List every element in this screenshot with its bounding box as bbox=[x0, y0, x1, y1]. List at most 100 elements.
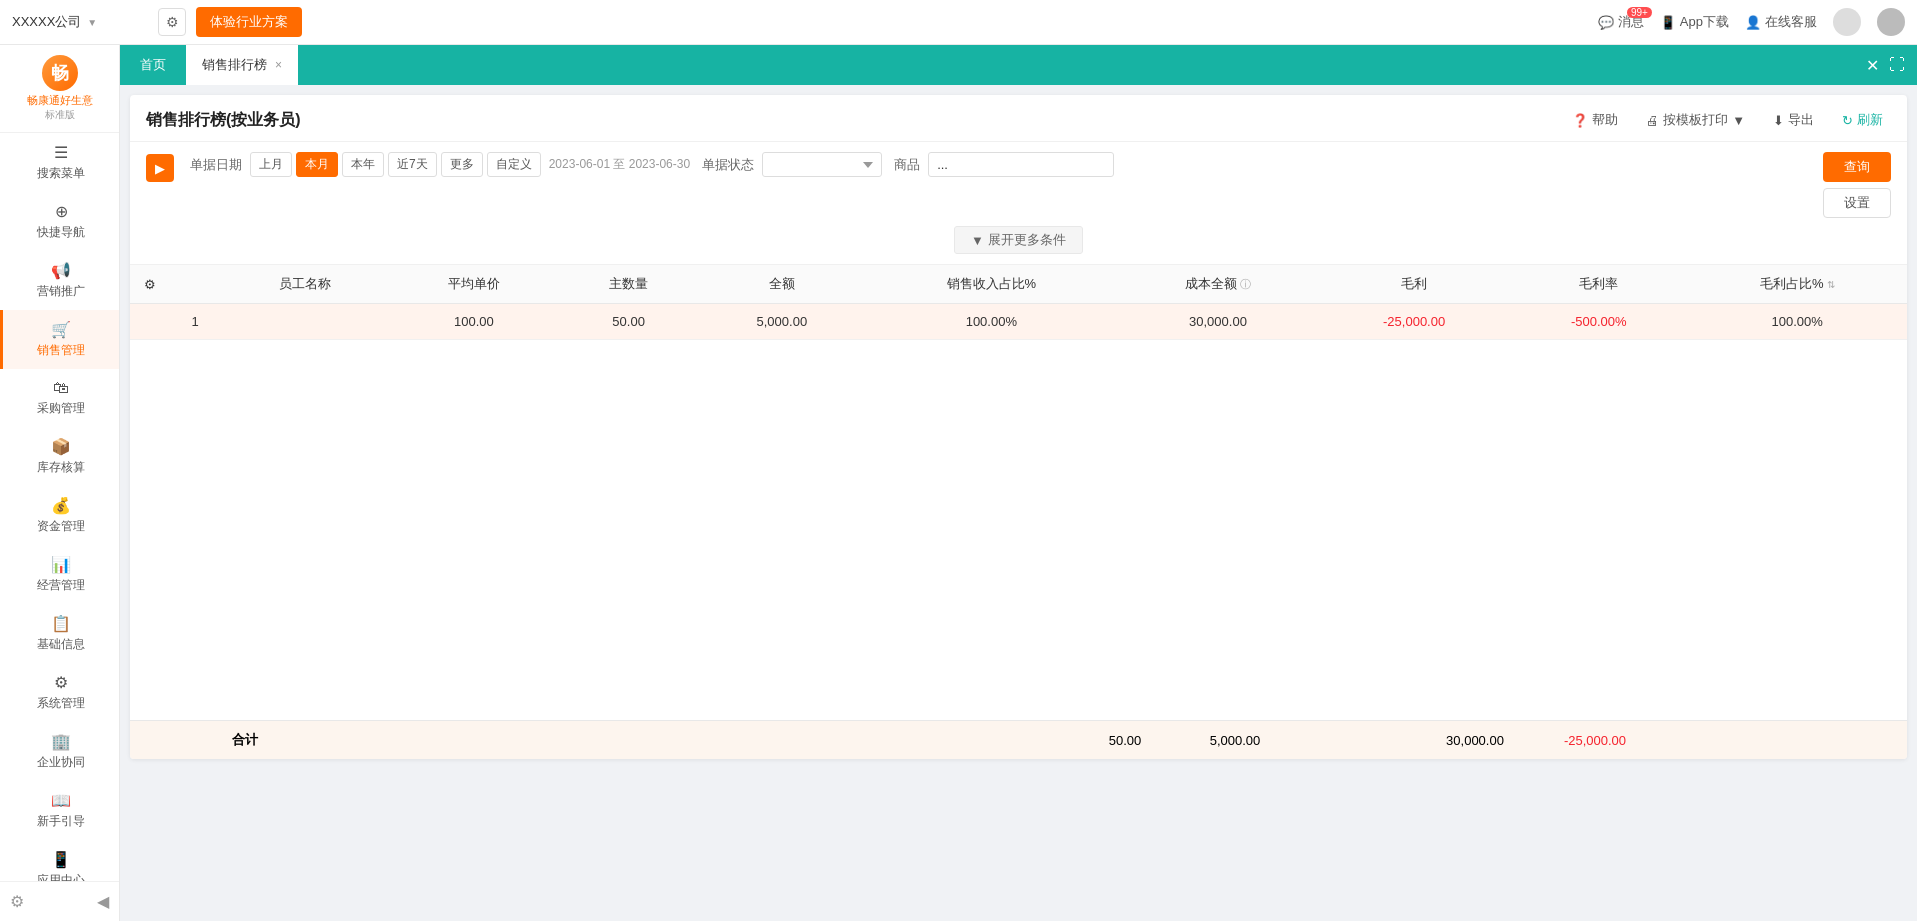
sidebar-item-label: 应用中心 bbox=[37, 872, 85, 881]
online-service-label: 在线客服 bbox=[1765, 13, 1817, 31]
print-icon: 🖨 bbox=[1646, 113, 1659, 128]
date-btn-more[interactable]: 更多 bbox=[441, 152, 483, 177]
column-settings-icon[interactable]: ⚙ bbox=[144, 277, 156, 292]
trial-button[interactable]: 体验行业方案 bbox=[196, 7, 302, 37]
company-selector[interactable]: XXXXX公司 ▼ bbox=[12, 13, 152, 31]
footer-cell-label: 合计 bbox=[232, 731, 975, 749]
date-btn-custom[interactable]: 自定义 bbox=[487, 152, 541, 177]
sidebar-item-enterprise[interactable]: 🏢 企业协同 bbox=[0, 722, 119, 781]
cell-settings bbox=[130, 304, 170, 340]
export-button[interactable]: ⬇ 导出 bbox=[1765, 107, 1822, 133]
th-gross-pct-label: 毛利占比% bbox=[1760, 275, 1824, 293]
th-settings[interactable]: ⚙ bbox=[130, 265, 170, 304]
enterprise-icon: 🏢 bbox=[51, 732, 71, 751]
sidebar-item-app-center[interactable]: 📱 应用中心 bbox=[0, 840, 119, 881]
print-chevron-icon: ▼ bbox=[1732, 113, 1745, 128]
page-actions: ❓ 帮助 🖨 按模板打印 ▼ ⬇ 导出 ↻ bbox=[1564, 107, 1891, 133]
tab-maximize-icon[interactable]: ⛶ bbox=[1889, 56, 1905, 74]
footer-cell-gross: -25,000.00 bbox=[1535, 733, 1655, 748]
sidebar-item-label: 搜索菜单 bbox=[37, 165, 85, 182]
sidebar-collapse-icon[interactable]: ◀ bbox=[97, 892, 109, 911]
sales-icon: 🛒 bbox=[51, 320, 71, 339]
table-header-row: ⚙ 员工名称 平均单价 主数量 bbox=[130, 265, 1907, 304]
right-action-buttons: 查询 设置 bbox=[1823, 152, 1891, 218]
goods-input[interactable] bbox=[928, 152, 1114, 177]
date-btn-7days[interactable]: 近7天 bbox=[388, 152, 437, 177]
cost-info-icon[interactable]: ⓘ bbox=[1240, 277, 1251, 292]
purchase-icon: 🛍 bbox=[53, 379, 69, 397]
sidebar-item-operations[interactable]: 📊 经营管理 bbox=[0, 545, 119, 604]
sidebar-item-sales[interactable]: 🛒 销售管理 bbox=[0, 310, 119, 369]
empty-area bbox=[130, 340, 1907, 720]
tab-close-icon[interactable]: × bbox=[275, 58, 282, 72]
avatar[interactable] bbox=[1833, 8, 1861, 36]
footer-cell-cost: 30,000.00 bbox=[1415, 733, 1535, 748]
footer-row: 合计 50.00 5,000.00 30,000.00 -25,000.00 bbox=[142, 731, 1895, 749]
th-gross-rate-label: 毛利率 bbox=[1579, 276, 1618, 291]
help-label: 帮助 bbox=[1592, 111, 1618, 129]
company-name: XXXXX公司 bbox=[12, 13, 81, 31]
cell-gross: -25,000.00 bbox=[1318, 304, 1510, 340]
sidebar-item-basic-info[interactable]: 📋 基础信息 bbox=[0, 604, 119, 663]
expand-chevron-icon: ▼ bbox=[971, 233, 984, 248]
basic-info-icon: 📋 bbox=[51, 614, 71, 633]
query-button[interactable]: 查询 bbox=[1823, 152, 1891, 182]
sidebar-settings-icon[interactable]: ⚙ bbox=[10, 892, 24, 911]
date-btn-last-month[interactable]: 上月 bbox=[250, 152, 292, 177]
sidebar-item-marketing[interactable]: 📢 营销推广 bbox=[0, 251, 119, 310]
message-button[interactable]: 💬 消息 99+ bbox=[1598, 13, 1644, 31]
quantity-value: 50.00 bbox=[612, 314, 645, 329]
table-row: 1 100.00 50.00 bbox=[130, 304, 1907, 340]
refresh-label: 刷新 bbox=[1857, 111, 1883, 129]
sidebar-item-guide[interactable]: 📖 新手引导 bbox=[0, 781, 119, 840]
refresh-button[interactable]: ↻ 刷新 bbox=[1834, 107, 1891, 133]
help-button[interactable]: ❓ 帮助 bbox=[1564, 107, 1626, 133]
sidebar-item-finance[interactable]: 💰 资金管理 bbox=[0, 486, 119, 545]
sidebar-item-label: 企业协同 bbox=[37, 754, 85, 771]
gross-rate-value: -500.00% bbox=[1571, 314, 1627, 329]
sidebar-item-inventory[interactable]: 📦 库存核算 bbox=[0, 427, 119, 486]
logo-sub: 标准版 bbox=[45, 108, 75, 122]
logo-char: 畅 bbox=[51, 61, 69, 85]
sidebar-item-label: 新手引导 bbox=[37, 813, 85, 830]
tab-close-window-icon[interactable]: ✕ bbox=[1866, 56, 1879, 75]
gross-pct-sort-icon[interactable]: ⇅ bbox=[1827, 279, 1835, 290]
user-menu[interactable] bbox=[1877, 8, 1905, 36]
settings-button[interactable]: 设置 bbox=[1823, 188, 1891, 218]
date-btn-this-year[interactable]: 本年 bbox=[342, 152, 384, 177]
cell-employee-name bbox=[220, 304, 389, 340]
sidebar-item-system[interactable]: ⚙ 系统管理 bbox=[0, 663, 119, 722]
finance-icon: 💰 bbox=[51, 496, 71, 515]
th-employee-label: 员工名称 bbox=[279, 276, 331, 291]
date-btn-this-month[interactable]: 本月 bbox=[296, 152, 338, 177]
logo-icon: 畅 bbox=[42, 55, 78, 91]
sidebar-item-quick-nav[interactable]: ⊕ 快捷导航 bbox=[0, 192, 119, 251]
sales-pct-value: 100.00% bbox=[966, 314, 1017, 329]
filter-row: ▶ 单据日期 上月 本月 本年 近7天 更 bbox=[146, 152, 1891, 218]
export-label: 导出 bbox=[1788, 111, 1814, 129]
cell-cost: 30,000.00 bbox=[1118, 304, 1318, 340]
date-buttons: 上月 本月 本年 近7天 更多 自定义 bbox=[250, 152, 541, 177]
app-download-button[interactable]: 📱 App下载 bbox=[1660, 13, 1729, 31]
expand-conditions-button[interactable]: ▼ 展开更多条件 bbox=[954, 226, 1083, 254]
top-header: XXXXX公司 ▼ ⚙ 体验行业方案 💬 消息 99+ 📱 App下载 👤 在线… bbox=[0, 0, 1917, 45]
settings-icon[interactable]: ⚙ bbox=[158, 8, 186, 36]
goods-filter-group: 商品 bbox=[894, 152, 1114, 177]
filter-toggle-button[interactable]: ▶ bbox=[146, 154, 174, 182]
tab-home[interactable]: 首页 bbox=[120, 45, 186, 85]
filter-area: ▶ 单据日期 上月 本月 本年 近7天 更 bbox=[130, 142, 1907, 265]
sidebar-item-label: 资金管理 bbox=[37, 518, 85, 535]
footer-cell-quantity: 50.00 bbox=[1075, 733, 1175, 748]
tab-sales-ranking[interactable]: 销售排行榜 × bbox=[186, 45, 298, 85]
page-inner: 销售排行榜(按业务员) ❓ 帮助 🖨 按模板打印 ▼ ⬇ bbox=[130, 95, 1907, 759]
print-button[interactable]: 🖨 按模板打印 ▼ bbox=[1638, 107, 1753, 133]
search-order-icon: ☰ bbox=[54, 143, 68, 162]
expand-bar: ▼ 展开更多条件 bbox=[146, 226, 1891, 254]
sidebar-logo: 畅 畅康通好生意 标准版 bbox=[0, 45, 119, 133]
sidebar-nav: ☰ 搜索菜单 ⊕ 快捷导航 📢 营销推广 🛒 销售管理 🛍 采购管理 📦 库 bbox=[0, 133, 119, 881]
online-service-button[interactable]: 👤 在线客服 bbox=[1745, 13, 1817, 31]
sidebar-item-search-order[interactable]: ☰ 搜索菜单 bbox=[0, 133, 119, 192]
sidebar-item-purchase[interactable]: 🛍 采购管理 bbox=[0, 369, 119, 427]
th-gross: 毛利 bbox=[1318, 265, 1510, 304]
status-select[interactable] bbox=[762, 152, 882, 177]
